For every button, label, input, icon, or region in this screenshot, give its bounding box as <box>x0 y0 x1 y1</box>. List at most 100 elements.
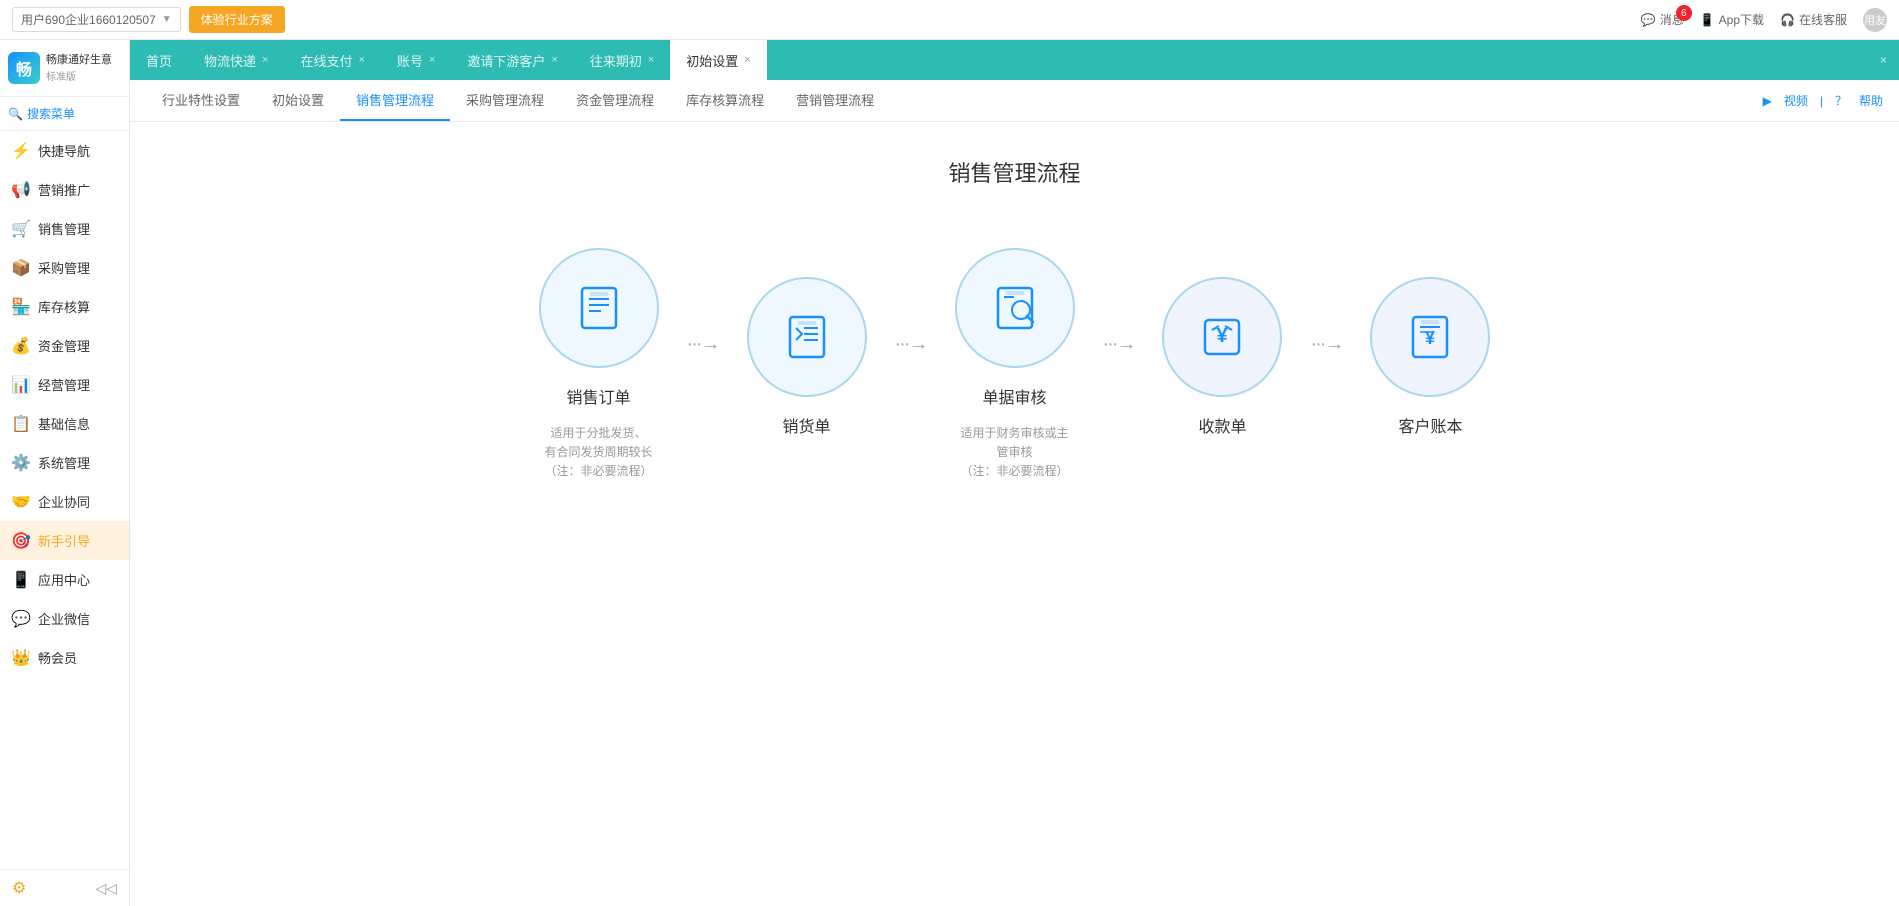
page-tab-init-setting[interactable]: 初始设置 <box>256 80 340 121</box>
video-icon: ▶ <box>1763 94 1772 108</box>
help-label[interactable]: 帮助 <box>1859 92 1883 109</box>
sidebar-item-system[interactable]: ⚙️ 系统管理 <box>0 443 129 482</box>
sidebar-item-quick[interactable]: ⚡ 快捷导航 <box>0 131 129 170</box>
flow-diagram: 销售订单 适用于分批发货、 有合同发货周期较长 （注：非必要流程） ···→ <box>170 248 1859 482</box>
tab-payment-close[interactable]: × <box>358 54 364 66</box>
flow-step-customer-account[interactable]: ¥ 客户账本 <box>1350 277 1510 453</box>
page-tab-capital-flow[interactable]: 资金管理流程 <box>560 80 670 121</box>
page-title: 销售管理流程 <box>170 156 1859 188</box>
chevron-down-icon: ▼ <box>162 14 172 25</box>
flow-arrow-4: ···→ <box>1310 333 1342 396</box>
guide-icon: 🎯 <box>12 532 30 550</box>
sidebar-item-label: 系统管理 <box>38 453 90 472</box>
purchase-icon: 📦 <box>12 259 30 277</box>
page-tab-inventory-flow[interactable]: 库存核算流程 <box>670 80 780 121</box>
service-item[interactable]: 🎧 在线客服 <box>1780 11 1847 28</box>
sidebar-item-inventory[interactable]: 🏪 库存核算 <box>0 287 129 326</box>
app-download-item[interactable]: 📱 App下载 <box>1700 11 1764 28</box>
sidebar-item-operation[interactable]: 📊 经营管理 <box>0 365 129 404</box>
page-tab-inventory-label: 库存核算流程 <box>686 90 764 109</box>
sidebar-item-vip[interactable]: 👑 畅会员 <box>0 638 129 677</box>
user-label: 用户690企业1660120507 <box>21 11 156 28</box>
search-label: 搜索菜单 <box>27 105 75 122</box>
tab-logistics-close[interactable]: × <box>262 54 268 66</box>
tab-home[interactable]: 首页 <box>130 40 188 80</box>
sidebar-search-area[interactable]: 🔍 搜索菜单 <box>0 97 129 131</box>
app-label: App下载 <box>1719 11 1764 28</box>
flow-label-review: 单据审核 <box>982 384 1046 408</box>
flow-arrow-3: ···→ <box>1103 333 1135 396</box>
page-tab-industry[interactable]: 行业特性设置 <box>146 80 256 121</box>
page-tabs: 行业特性设置 初始设置 销售管理流程 采购管理流程 资金管理流程 库存核算流程 <box>130 80 1899 122</box>
tab-account-close[interactable]: × <box>429 54 435 66</box>
sidebar-item-wechat[interactable]: 💬 企业微信 <box>0 599 129 638</box>
flow-label-invoice: 销货单 <box>783 413 831 437</box>
tab-invite[interactable]: 邀请下游客户 × <box>451 40 573 80</box>
svg-text:¥: ¥ <box>1425 328 1435 348</box>
page-tab-marketing-label: 营销管理流程 <box>796 90 874 109</box>
flow-step-sales-order[interactable]: 销售订单 适用于分批发货、 有合同发货周期较长 （注：非必要流程） <box>519 248 679 482</box>
user-avatar-item[interactable]: 用友 <box>1863 8 1887 32</box>
flow-circle-review <box>955 248 1075 368</box>
tab-init[interactable]: 初始设置 × <box>670 40 766 80</box>
collapse-icon[interactable]: ◁◁ <box>95 880 117 897</box>
page-tab-industry-label: 行业特性设置 <box>162 90 240 109</box>
flow-arrow-1: ···→ <box>687 333 719 396</box>
sidebar-item-basic[interactable]: 📋 基础信息 <box>0 404 129 443</box>
tab-payment[interactable]: 在线支付 × <box>284 40 380 80</box>
flow-step-invoice[interactable]: 销货单 <box>727 277 887 453</box>
main-layout: 畅 畅康通好生意 标准版 🔍 搜索菜单 ⚡ 快捷导航 📢 营销推广 🛒 <box>0 40 1899 906</box>
tab-account[interactable]: 账号 × <box>381 40 451 80</box>
close-all-tabs[interactable]: × <box>1868 53 1899 67</box>
page-tab-purchase-flow[interactable]: 采购管理流程 <box>450 80 560 121</box>
search-menu-button[interactable]: 🔍 搜索菜单 <box>8 105 121 122</box>
page-tabs-left: 行业特性设置 初始设置 销售管理流程 采购管理流程 资金管理流程 库存核算流程 <box>146 80 890 121</box>
tab-invite-close[interactable]: × <box>551 54 557 66</box>
sidebar-item-label: 快捷导航 <box>38 141 90 160</box>
sidebar-item-app-center[interactable]: 📱 应用中心 <box>0 560 129 599</box>
sidebar-item-finance[interactable]: 💰 资金管理 <box>0 326 129 365</box>
settings-icon[interactable]: ⚙ <box>12 878 26 898</box>
tab-period[interactable]: 往来期初 × <box>574 40 670 80</box>
sidebar-logo: 畅 畅康通好生意 标准版 <box>0 40 129 97</box>
flow-desc-sales-order: 适用于分批发货、 有合同发货周期较长 （注：非必要流程） <box>545 424 653 482</box>
sidebar-item-label: 基础信息 <box>38 414 90 433</box>
tab-logistics[interactable]: 物流快递 × <box>188 40 284 80</box>
sidebar-item-label: 畅会员 <box>38 648 77 667</box>
page-tab-sales-flow[interactable]: 销售管理流程 <box>340 80 450 121</box>
page-tab-marketing-flow[interactable]: 营销管理流程 <box>780 80 890 121</box>
avatar: 用友 <box>1863 8 1887 32</box>
inventory-icon: 🏪 <box>12 298 30 316</box>
page-tab-purchase-label: 采购管理流程 <box>466 90 544 109</box>
logo-text-group: 畅康通好生意 标准版 <box>46 53 112 82</box>
top-bar-left: 用户690企业1660120507 ▼ 体验行业方案 <box>12 6 285 33</box>
sidebar-item-collab[interactable]: 🤝 企业协同 <box>0 482 129 521</box>
svg-text:¥: ¥ <box>1217 325 1229 347</box>
trial-button[interactable]: 体验行业方案 <box>189 6 285 33</box>
user-selector[interactable]: 用户690企业1660120507 ▼ <box>12 7 181 32</box>
sidebar-bottom: ⚙ ◁◁ <box>0 869 129 906</box>
flow-circle-invoice <box>747 277 867 397</box>
logo-char: 畅 <box>16 56 32 80</box>
flow-step-review[interactable]: 单据审核 适用于财务审核或主 管审核 （注：非必要流程） <box>935 248 1095 482</box>
tab-home-label: 首页 <box>146 51 172 70</box>
flow-label-receipt: 收款单 <box>1198 413 1246 437</box>
sidebar-item-guide[interactable]: 🎯 新手引导 <box>0 521 129 560</box>
sales-icon: 🛒 <box>12 220 30 238</box>
flow-arrow-2: ···→ <box>895 333 927 396</box>
sidebar-item-label: 应用中心 <box>38 570 90 589</box>
video-label[interactable]: 视频 <box>1784 92 1808 109</box>
logo-icon: 畅 <box>8 52 40 84</box>
flow-step-receipt[interactable]: ¥ 收款单 <box>1142 277 1302 453</box>
sidebar-item-purchase[interactable]: 📦 采购管理 <box>0 248 129 287</box>
marketing-icon: 📢 <box>12 181 30 199</box>
sidebar-item-sales[interactable]: 🛒 销售管理 <box>0 209 129 248</box>
sidebar-item-marketing-promo[interactable]: 📢 营销推广 <box>0 170 129 209</box>
sidebar: 畅 畅康通好生意 标准版 🔍 搜索菜单 ⚡ 快捷导航 📢 营销推广 🛒 <box>0 40 130 906</box>
message-item[interactable]: 💬 消息 6 <box>1641 11 1684 28</box>
page-content: 销售管理流程 销售订单 适用于分批发货、 有合同发货周期较长 <box>130 122 1899 906</box>
tab-period-close[interactable]: × <box>648 54 654 66</box>
tab-init-close[interactable]: × <box>744 54 750 66</box>
sidebar-item-label: 采购管理 <box>38 258 90 277</box>
page-tab-capital-label: 资金管理流程 <box>576 90 654 109</box>
